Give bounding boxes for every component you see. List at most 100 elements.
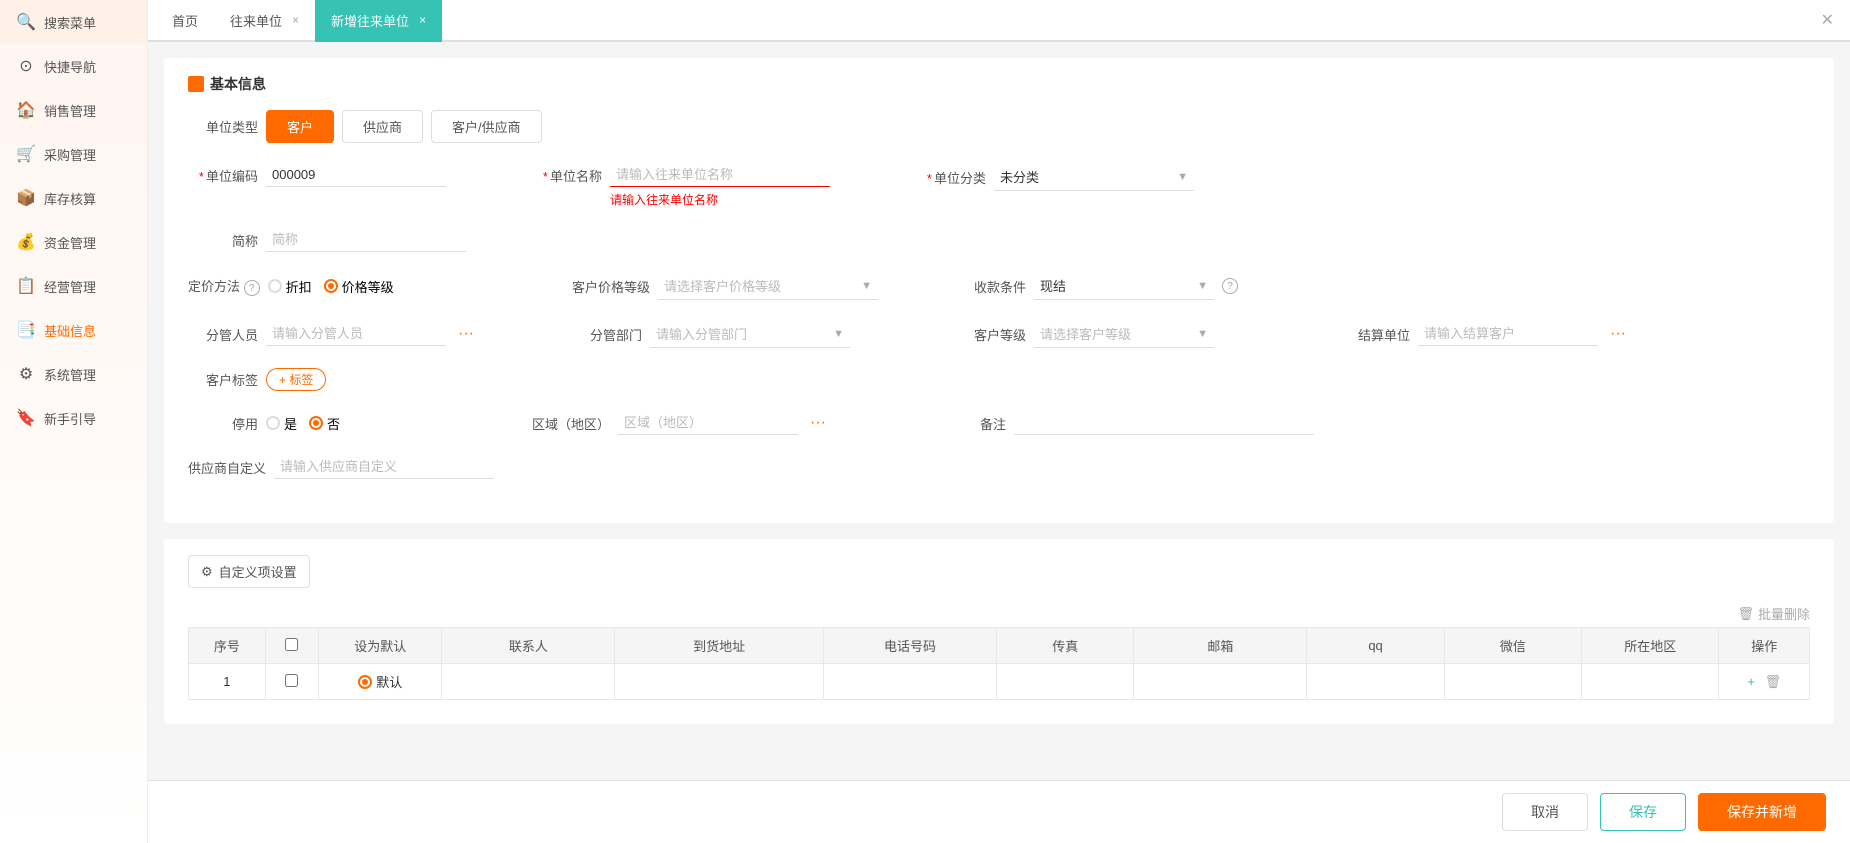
- row-email[interactable]: [1134, 664, 1307, 700]
- sidebar-item-basic[interactable]: 📑 基础信息: [0, 308, 147, 352]
- row-region[interactable]: [1582, 664, 1719, 700]
- name-input[interactable]: [610, 163, 830, 187]
- save-button[interactable]: 保存: [1600, 793, 1686, 831]
- sidebar-item-finance[interactable]: 💰 资金管理: [0, 220, 147, 264]
- delete-row-btn[interactable]: 🗑: [1765, 674, 1782, 689]
- tab-partner-close[interactable]: ×: [292, 13, 299, 27]
- manager-more-btn[interactable]: ···: [454, 325, 478, 343]
- unit-type-buttons: 客户 供应商 客户/供应商: [266, 110, 542, 143]
- name-group: *单位名称 请输入往来单位名称: [532, 163, 892, 208]
- code-group: *单位编码: [188, 163, 508, 187]
- short-name-input[interactable]: [266, 228, 466, 252]
- col-action: 操作: [1719, 628, 1810, 664]
- add-row-btn[interactable]: +: [1747, 674, 1755, 689]
- region-group: 区域（地区） ···: [532, 411, 912, 435]
- supplier-custom-row: 供应商自定义: [188, 455, 1810, 479]
- disable-yes[interactable]: 是: [266, 414, 297, 433]
- payment-term-select[interactable]: 现结 ▼: [1034, 272, 1214, 300]
- select-all-checkbox[interactable]: [285, 638, 298, 651]
- pricing-discount[interactable]: 折扣: [268, 277, 312, 296]
- basic-info-card: 基本信息 单位类型 客户 供应商 客户/供应商 *单位编码: [164, 58, 1834, 523]
- pricing-help-icon[interactable]: ?: [244, 280, 260, 296]
- contact-card: ⚙ 自定义项设置 🗑 批量删除 序号 设为默认 联系人 到货地址: [164, 539, 1834, 724]
- purchase-icon: 🛒: [16, 144, 36, 164]
- region-more-btn[interactable]: ···: [806, 414, 830, 432]
- guide-icon: 🔖: [16, 408, 36, 428]
- price-level-chevron-icon: ▼: [861, 280, 872, 292]
- col-seq: 序号: [189, 628, 266, 664]
- table-row: 1 默认: [189, 664, 1810, 700]
- department-select[interactable]: 请输入分管部门 ▼: [650, 320, 850, 348]
- unit-type-row: 单位类型 客户 供应商 客户/供应商: [188, 110, 1810, 143]
- pricing-method-group: 定价方法 ? 折扣 价格等级: [188, 276, 548, 297]
- row-contact[interactable]: [442, 664, 615, 700]
- row-phone[interactable]: [824, 664, 997, 700]
- sales-icon: 🏠: [16, 100, 36, 120]
- category-chevron-icon: ▼: [1177, 171, 1188, 183]
- footer: 取消 保存 保存并新增: [148, 780, 1850, 843]
- finance-icon: 💰: [16, 232, 36, 252]
- main-area: 首页 往来单位 × 新增往来单位 × ✕ 基本信息 单位类型 客户: [148, 0, 1850, 843]
- department-group: 分管部门 请输入分管部门 ▼: [572, 320, 932, 348]
- tag-group: 客户标签 + 标签: [188, 368, 1810, 391]
- sidebar-item-operation[interactable]: 📋 经营管理: [0, 264, 147, 308]
- row-checkbox[interactable]: [285, 674, 298, 687]
- pricing-price-level[interactable]: 价格等级: [324, 277, 394, 296]
- batch-delete-btn[interactable]: 🗑 批量删除: [1737, 604, 1810, 623]
- cancel-button[interactable]: 取消: [1502, 793, 1588, 831]
- system-icon: ⚙: [16, 364, 36, 384]
- home-icon: ⊙: [16, 56, 36, 76]
- settlement-group: 结算单位 ···: [1340, 322, 1810, 346]
- col-check: [265, 628, 319, 664]
- row-fax[interactable]: [997, 664, 1134, 700]
- sidebar-item-purchase[interactable]: 🛒 采购管理: [0, 132, 147, 176]
- add-tag-btn[interactable]: + 标签: [266, 368, 326, 391]
- col-phone: 电话号码: [824, 628, 997, 664]
- sidebar-item-inventory[interactable]: 📦 库存核算: [0, 176, 147, 220]
- tab-home[interactable]: 首页: [156, 0, 214, 42]
- custom-settings-btn[interactable]: ⚙ 自定义项设置: [188, 555, 310, 588]
- sidebar: 🔍 搜索菜单 ⊙ 快捷导航 🏠 销售管理 🛒 采购管理 📦 库存核算 💰 资金管…: [0, 0, 148, 843]
- row-qq[interactable]: [1307, 664, 1444, 700]
- payment-term-help-icon[interactable]: ?: [1222, 278, 1238, 294]
- unit-type-group: 单位类型 客户 供应商 客户/供应商: [188, 110, 1810, 143]
- remark-input[interactable]: [1014, 411, 1314, 435]
- close-all-tabs[interactable]: ✕: [1813, 10, 1842, 30]
- col-email: 邮箱: [1134, 628, 1307, 664]
- discount-radio: [268, 279, 282, 293]
- code-input[interactable]: [266, 163, 446, 187]
- disable-no[interactable]: 否: [309, 414, 340, 433]
- unit-type-customer[interactable]: 客户: [266, 110, 334, 143]
- sidebar-item-quick-nav[interactable]: ⊙ 快捷导航: [0, 44, 147, 88]
- short-name-group: 简称: [188, 228, 508, 252]
- sidebar-item-system[interactable]: ⚙ 系统管理: [0, 352, 147, 396]
- region-input[interactable]: [618, 411, 798, 435]
- unit-type-supplier[interactable]: 供应商: [342, 110, 423, 143]
- row-seq: 1: [189, 664, 266, 700]
- unit-type-both[interactable]: 客户/供应商: [431, 110, 542, 143]
- section-icon: [188, 76, 204, 92]
- search-icon: 🔍: [16, 12, 36, 32]
- remark-group: 备注: [936, 411, 1810, 435]
- sidebar-item-search[interactable]: 🔍 搜索菜单: [0, 0, 147, 44]
- category-select[interactable]: 未分类 ▼: [994, 163, 1194, 191]
- sidebar-item-sales[interactable]: 🏠 销售管理: [0, 88, 147, 132]
- tab-new-partner[interactable]: 新增往来单位 ×: [315, 0, 442, 42]
- customer-price-level-select[interactable]: 请选择客户价格等级 ▼: [658, 272, 878, 300]
- save-and-new-button[interactable]: 保存并新增: [1698, 793, 1826, 831]
- sidebar-item-guide[interactable]: 🔖 新手引导: [0, 396, 147, 440]
- col-region: 所在地区: [1582, 628, 1719, 664]
- default-radio[interactable]: [358, 675, 372, 689]
- tab-new-partner-close[interactable]: ×: [419, 13, 426, 27]
- supplier-custom-input[interactable]: [274, 455, 494, 479]
- col-wechat: 微信: [1444, 628, 1581, 664]
- row-wechat[interactable]: [1444, 664, 1581, 700]
- settlement-more-btn[interactable]: ···: [1606, 325, 1630, 343]
- tab-partner[interactable]: 往来单位 ×: [214, 0, 315, 42]
- row-address[interactable]: [615, 664, 824, 700]
- settlement-input[interactable]: [1418, 322, 1598, 346]
- manager-input[interactable]: [266, 322, 446, 346]
- col-qq: qq: [1307, 628, 1444, 664]
- basic-icon: 📑: [16, 320, 36, 340]
- customer-level-select[interactable]: 请选择客户等级 ▼: [1034, 320, 1214, 348]
